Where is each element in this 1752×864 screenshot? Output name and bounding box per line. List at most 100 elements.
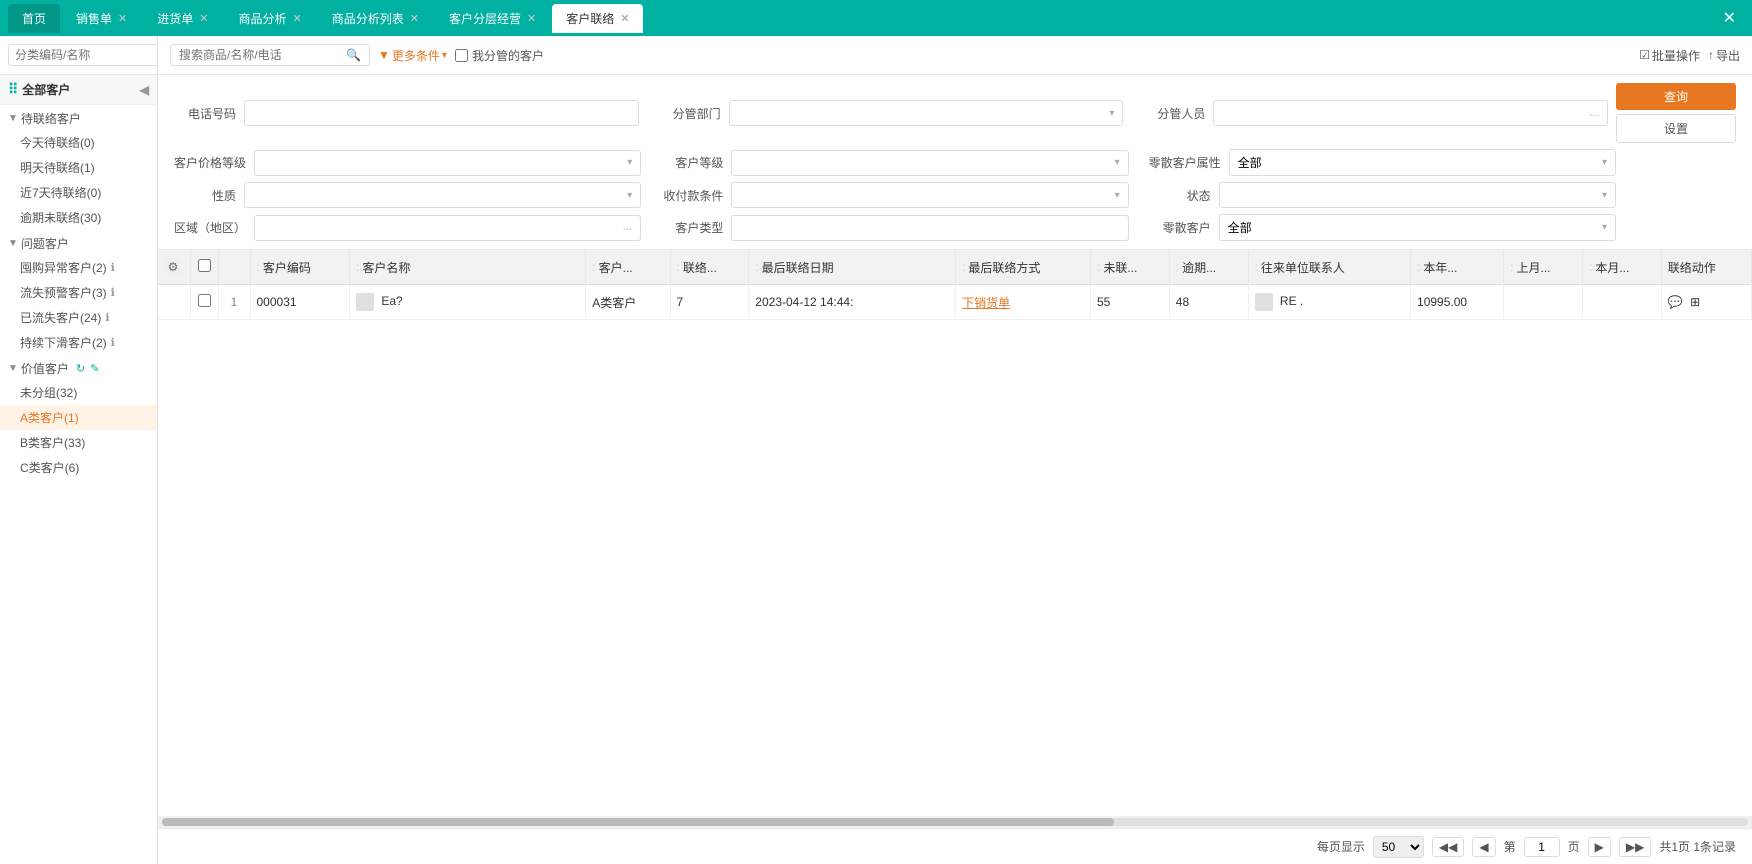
export-btn[interactable]: ↑ 导出: [1708, 47, 1740, 64]
per-page-select[interactable]: 50 100 200: [1373, 836, 1424, 858]
th-current-month[interactable]: : 本月...: [1582, 250, 1661, 285]
th-last-month[interactable]: : 上月...: [1504, 250, 1583, 285]
sidebar-item-churn-warning[interactable]: 流失预警客户(3) ℹ: [0, 280, 157, 305]
sidebar-item-unclassified[interactable]: 未分组(32): [0, 380, 157, 405]
th-current-year[interactable]: : 本年...: [1411, 250, 1504, 285]
sidebar-item-abnormal[interactable]: 囤购异常客户(2) ℹ: [0, 255, 157, 280]
adv-filter-row-4: 区域（地区） … 客户类型 零散客户 全部: [174, 214, 1736, 241]
last-contact-method-link[interactable]: 下销货单: [962, 296, 1010, 310]
unit-contact-avatar: [1255, 293, 1273, 311]
sidebar: 🔍 ⠿ 全部客户 ◀ ▼ 待联络客户 今天待联络(0) 明天待联络(1) 近7天…: [0, 36, 158, 864]
nature-input[interactable]: ▾: [244, 182, 641, 208]
chat-icon[interactable]: 💬: [1668, 295, 1683, 309]
close-purchase-tab[interactable]: ✕: [199, 12, 208, 25]
close-customer-segment-tab[interactable]: ✕: [527, 12, 536, 25]
sidebar-item-class-c[interactable]: C类客户(6): [0, 455, 157, 480]
status-input[interactable]: ▾: [1219, 182, 1616, 208]
main-search-wrap: 🔍: [170, 44, 370, 66]
region-input[interactable]: …: [254, 215, 641, 241]
sidebar-group-pending[interactable]: ▼ 待联络客户: [0, 105, 157, 130]
close-customer-contact-tab[interactable]: ✕: [620, 12, 629, 25]
query-button[interactable]: 查询: [1616, 83, 1736, 110]
sidebar-all-customers-header[interactable]: ⠿ 全部客户 ◀: [0, 75, 157, 105]
tab-analysis-list[interactable]: 商品分析列表 ✕: [318, 4, 433, 33]
retail-attr-input[interactable]: 全部 ▾: [1229, 149, 1616, 176]
tab-customer-contact[interactable]: 客户联络 ✕: [552, 4, 643, 33]
main-search-icon[interactable]: 🔍: [346, 48, 361, 62]
my-customer-checkbox[interactable]: [455, 49, 468, 62]
dept-input[interactable]: ▾: [729, 100, 1124, 126]
th-name[interactable]: : 客户名称: [349, 250, 585, 285]
sidebar-group-value[interactable]: ▼ 价值客户 ↻ ✎: [0, 355, 157, 380]
sidebar-group-problem[interactable]: ▼ 问题客户: [0, 230, 157, 255]
dots-icon-region[interactable]: …: [622, 222, 632, 233]
th-num: [218, 250, 250, 285]
tab-sales[interactable]: 销售单 ✕: [62, 4, 141, 33]
th-last-contact-date[interactable]: : 最后联络日期: [749, 250, 956, 285]
sidebar-search-input[interactable]: [8, 44, 158, 66]
th-customer-type[interactable]: : 客户...: [586, 250, 670, 285]
prev-page-btn[interactable]: ◀: [1472, 837, 1495, 857]
info-icon-1: ℹ: [111, 261, 115, 274]
table-wrapper[interactable]: ⚙ : 客户编码: [158, 250, 1752, 816]
edit-icon[interactable]: ✎: [90, 362, 99, 375]
th-last-contact-method[interactable]: : 最后联络方式: [956, 250, 1091, 285]
select-all-checkbox[interactable]: [198, 259, 211, 272]
close-sales-tab[interactable]: ✕: [118, 12, 127, 25]
page-number-input[interactable]: [1524, 837, 1560, 857]
sidebar-collapse-icon[interactable]: ◀: [140, 83, 149, 97]
info-icon-3: ℹ: [105, 311, 109, 324]
filter-cell-retail-customer: 零散客户 全部 ▾: [1149, 214, 1616, 241]
setting-button[interactable]: 设置: [1616, 114, 1736, 143]
chevron-down-icon-payment: ▾: [1115, 190, 1120, 201]
tab-purchase[interactable]: 进货单 ✕: [143, 4, 222, 33]
last-page-btn[interactable]: ▶▶: [1619, 837, 1651, 857]
more-filters-btn[interactable]: ▼ 更多条件 ▾: [378, 47, 447, 64]
phone-input[interactable]: [244, 100, 639, 126]
payment-input[interactable]: ▾: [731, 182, 1128, 208]
refresh-icon[interactable]: ↻: [76, 362, 85, 375]
td-overdue: 48: [1169, 285, 1248, 320]
close-analysis-list-tab[interactable]: ✕: [410, 12, 419, 25]
sidebar-item-class-a[interactable]: A类客户(1): [0, 405, 157, 430]
arrow-down-icon: ▼: [8, 113, 18, 124]
tab-customer-segment[interactable]: 客户分层经营 ✕: [435, 4, 550, 33]
th-code[interactable]: : 客户编码: [250, 250, 349, 285]
dots-icon-person[interactable]: …: [1589, 108, 1599, 119]
tab-analysis[interactable]: 商品分析 ✕: [224, 4, 315, 33]
th-no-contact[interactable]: : 未联...: [1090, 250, 1169, 285]
th-unit-contact[interactable]: : 往来单位联系人: [1248, 250, 1410, 285]
gear-icon[interactable]: ⚙: [164, 258, 182, 276]
window-close-icon[interactable]: ✕: [1715, 4, 1744, 32]
th-overdue[interactable]: : 逾期...: [1169, 250, 1248, 285]
scrollbar-track: [162, 818, 1748, 826]
main-search-input[interactable]: [179, 48, 342, 62]
price-input[interactable]: ▾: [254, 150, 641, 176]
sidebar-item-churned[interactable]: 已流失客户(24) ℹ: [0, 305, 157, 330]
sidebar-item-declining[interactable]: 持续下滑客户(2) ℹ: [0, 330, 157, 355]
batch-operation-btn[interactable]: ☑ 批量操作: [1639, 47, 1700, 64]
close-analysis-tab[interactable]: ✕: [293, 12, 302, 25]
horizontal-scrollbar[interactable]: [158, 816, 1752, 828]
sidebar-item-today[interactable]: 今天待联络(0): [0, 130, 157, 155]
customer-type-input[interactable]: [731, 215, 1128, 241]
next-page-btn[interactable]: ▶: [1588, 837, 1611, 857]
adv-filter-row-2: 客户价格等级 ▾ 客户等级 ▾ 零散客户属性: [174, 149, 1736, 176]
sidebar-item-7days[interactable]: 近7天待联络(0): [0, 180, 157, 205]
tab-home[interactable]: 首页: [8, 4, 60, 33]
th-contact[interactable]: : 联络...: [670, 250, 749, 285]
retail-customer-input[interactable]: 全部 ▾: [1219, 214, 1616, 241]
row-checkbox-1[interactable]: [198, 294, 211, 307]
td-action: 💬 ⊞: [1661, 285, 1751, 320]
sidebar-item-tomorrow[interactable]: 明天待联络(1): [0, 155, 157, 180]
first-page-btn[interactable]: ◀◀: [1432, 837, 1464, 857]
content-area: 🔍 ▼ 更多条件 ▾ 我分管的客户 ☑ 批量操作 ↑ 导出: [158, 36, 1752, 864]
sidebar-item-class-b[interactable]: B类客户(33): [0, 430, 157, 455]
td-code: 000031: [250, 285, 349, 320]
person-input[interactable]: …: [1213, 100, 1608, 126]
sidebar-item-overdue[interactable]: 逾期未联络(30): [0, 205, 157, 230]
td-current-month: [1582, 285, 1661, 320]
grid-icon[interactable]: ⊞: [1690, 295, 1700, 309]
filter-cell-status: 状态 ▾: [1149, 182, 1616, 208]
level-input[interactable]: ▾: [731, 150, 1128, 176]
